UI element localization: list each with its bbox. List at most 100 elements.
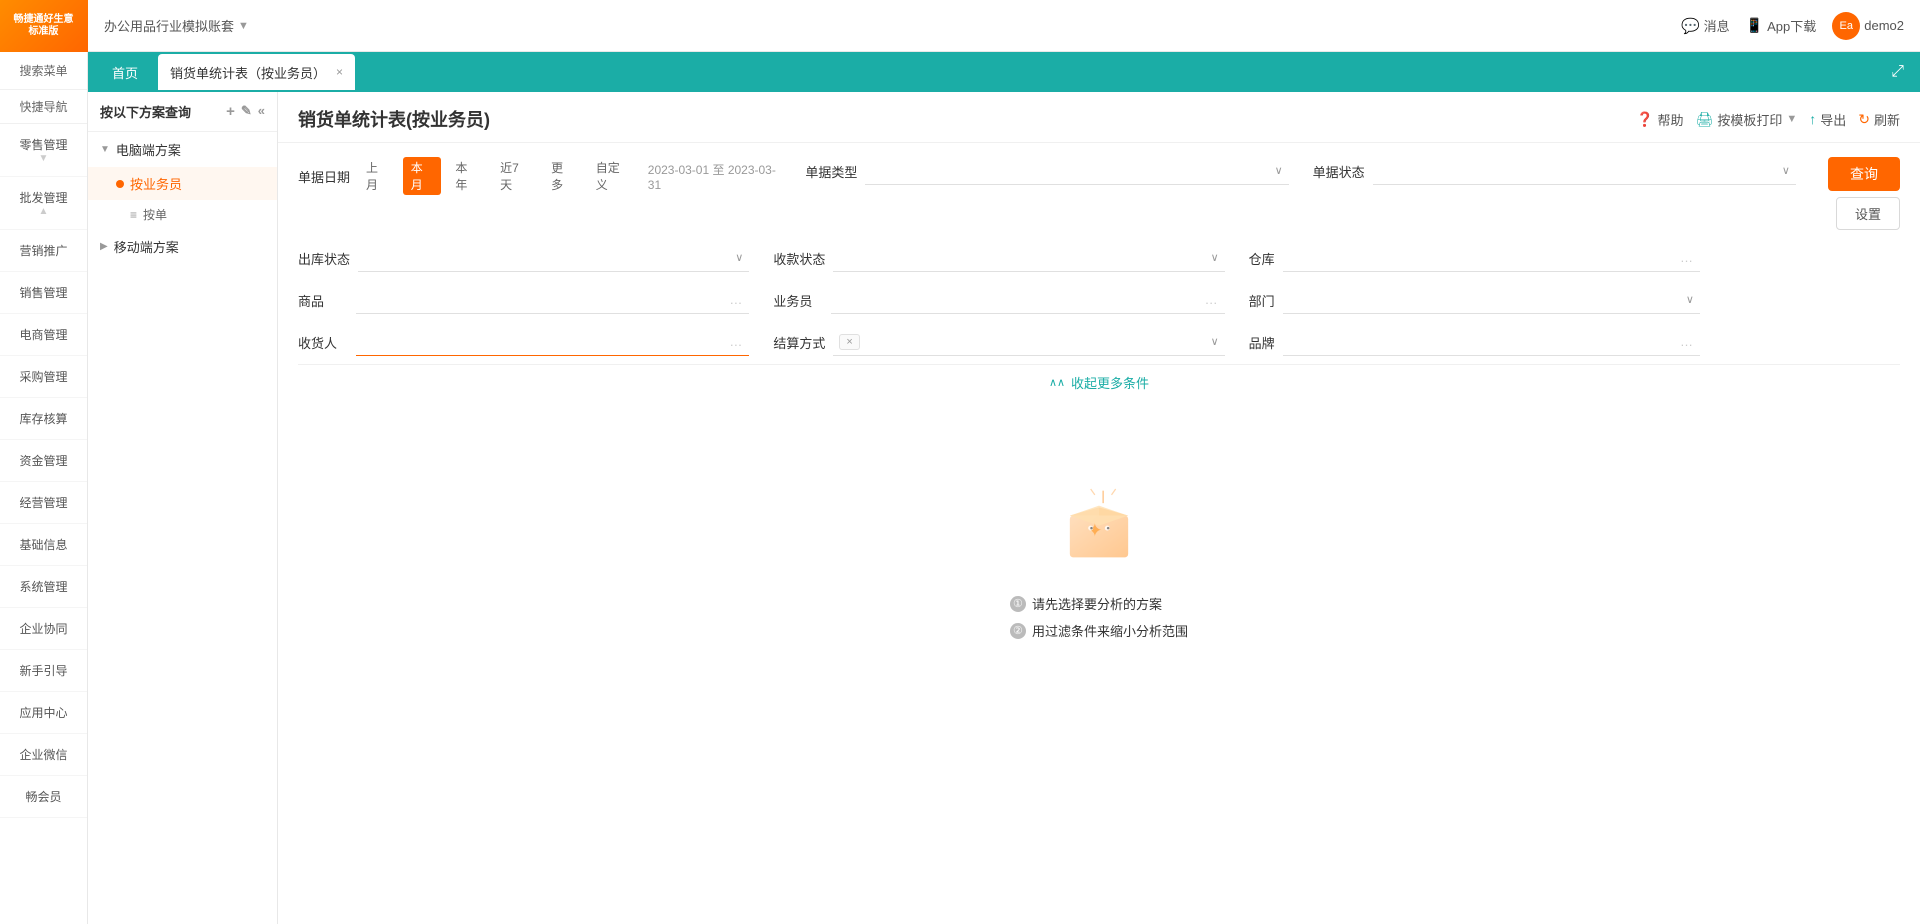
export-icon: ↑ xyxy=(1809,111,1816,127)
filter-area: 单据日期 上月 本月 本年 近7天 更多 自定义 2023-03-01 至 20… xyxy=(278,143,1920,414)
doc-status-select[interactable]: ∨ xyxy=(1373,157,1796,185)
receiver-dots: … xyxy=(729,334,743,349)
out-status-label: 出库状态 xyxy=(298,249,358,268)
sidebar-item-inventory[interactable]: 库存核算 xyxy=(0,398,87,440)
left-panel: 按以下方案查询 + ✎ « ▼ 电脑端方案 按业务员 ≡ 按单 xyxy=(88,92,278,924)
wholesale-arrow: ▲ xyxy=(4,206,83,217)
mobile-plan-title[interactable]: ▶ 移动端方案 xyxy=(88,229,277,264)
sidebar-item-sales[interactable]: 销售管理 xyxy=(0,272,87,314)
order-sub-label: 按单 xyxy=(143,206,167,223)
help-button[interactable]: ❓ 帮助 xyxy=(1636,110,1683,129)
date-tab-thisyear[interactable]: 本年 xyxy=(447,157,486,195)
sidebar-quick[interactable]: 快捷导航 xyxy=(0,90,87,124)
message-button[interactable]: 💬 消息 xyxy=(1681,16,1730,35)
header-left: 办公用品行业模拟账套 ▼ xyxy=(104,16,249,35)
query-button[interactable]: 查询 xyxy=(1828,157,1900,191)
empty-state: ✦ ① 请先选择要分析的方案 xyxy=(278,414,1920,700)
out-status-select[interactable]: ∨ xyxy=(358,244,749,272)
salesperson-select[interactable]: … xyxy=(831,286,1224,314)
empty-tip-1: ① 请先选择要分析的方案 xyxy=(1010,594,1162,613)
edit-plan-icon[interactable]: ✎ xyxy=(241,103,252,120)
date-tabs: 上月 本月 本年 近7天 更多 自定义 2023-03-01 至 2023-03… xyxy=(358,157,781,195)
collapse-panel-icon[interactable]: « xyxy=(258,103,265,120)
wholesale-label: 批发管理 xyxy=(4,189,83,206)
receiver-select[interactable]: … xyxy=(356,328,749,356)
doc-type-chevron: ∨ xyxy=(1275,164,1283,177)
message-label: 消息 xyxy=(1704,16,1730,35)
app-logo: 畅捷通好生意 标准版 xyxy=(0,0,88,52)
sidebar-item-retail[interactable]: 零售管理 ▼ xyxy=(0,124,87,177)
account-dropdown[interactable]: 办公用品行业模拟账套 ▼ xyxy=(104,16,249,35)
sidebar-item-finance[interactable]: 资金管理 xyxy=(0,440,87,482)
action-buttons: 查询 设置 xyxy=(1816,157,1900,230)
sidebar-item-marketing[interactable]: 营销推广 xyxy=(0,230,87,272)
doc-type-select[interactable]: ∨ xyxy=(865,157,1288,185)
settlement-label: 结算方式 xyxy=(773,333,833,352)
sidebar-item-purchase[interactable]: 采购管理 xyxy=(0,356,87,398)
empty-illustration: ✦ xyxy=(1049,474,1149,574)
date-tab-custom[interactable]: 自定义 xyxy=(588,157,638,195)
wechat-label: 企业微信 xyxy=(4,746,83,763)
date-tab-thismonth[interactable]: 本月 xyxy=(403,157,442,195)
date-tab-more[interactable]: 更多 xyxy=(543,157,582,195)
sidebar-item-operations[interactable]: 经营管理 xyxy=(0,482,87,524)
add-plan-icon[interactable]: + xyxy=(226,103,235,120)
export-button[interactable]: ↑ 导出 xyxy=(1809,110,1846,129)
sidebar-item-appcenter[interactable]: 应用中心 xyxy=(0,692,87,734)
sidebar-search[interactable]: 搜索菜单 xyxy=(0,52,87,90)
sidebar-item-system[interactable]: 系统管理 xyxy=(0,566,87,608)
app-download-label: App下载 xyxy=(1767,16,1816,35)
pc-plan-title[interactable]: ▼ 电脑端方案 xyxy=(88,132,277,167)
set-button[interactable]: 设置 xyxy=(1836,197,1900,230)
sidebar-item-enterprise[interactable]: 企业协同 xyxy=(0,608,87,650)
brand-select[interactable]: … xyxy=(1283,328,1700,356)
print-chevron: ▼ xyxy=(1786,113,1797,125)
warehouse-dots: … xyxy=(1680,250,1694,265)
search-label: 搜索菜单 xyxy=(0,62,87,79)
doc-status-label: 单据状态 xyxy=(1313,162,1373,181)
date-tab-lastmonth[interactable]: 上月 xyxy=(358,157,397,195)
header-right: 💬 消息 📱 App下载 Ea demo2 xyxy=(1681,12,1904,40)
sidebar-item-newuser[interactable]: 新手引导 xyxy=(0,650,87,692)
print-button[interactable]: 🖨 按模板打印 ▼ xyxy=(1696,110,1798,129)
salesperson-plan-label: 按业务员 xyxy=(130,174,182,193)
tab-home[interactable]: 首页 xyxy=(96,52,154,92)
tab-expand-button[interactable]: ⤢ xyxy=(1883,63,1912,81)
order-icon: ≡ xyxy=(130,208,137,222)
page-title: 销货单统计表(按业务员) xyxy=(298,106,490,132)
settlement-tag-x[interactable]: × xyxy=(846,336,852,348)
collapse-button[interactable]: ∧∧ 收起更多条件 xyxy=(298,364,1900,400)
warehouse-select[interactable]: … xyxy=(1283,244,1700,272)
operations-label: 经营管理 xyxy=(4,494,83,511)
enterprise-label: 企业协同 xyxy=(4,620,83,637)
tip-text-1: 请先选择要分析的方案 xyxy=(1032,594,1162,613)
sidebar-item-wholesale[interactable]: 批发管理 ▲ xyxy=(0,177,87,230)
tab-close-icon[interactable]: × xyxy=(336,65,343,79)
product-select[interactable]: … xyxy=(356,286,749,314)
empty-tip-2: ② 用过滤条件来缩小分析范围 xyxy=(1010,621,1188,640)
sidebar-item-basic[interactable]: 基础信息 xyxy=(0,524,87,566)
plan-sub-item-order[interactable]: ≡ 按单 xyxy=(88,200,277,229)
member-label: 畅会员 xyxy=(4,788,83,805)
print-label: 按模板打印 xyxy=(1717,110,1782,129)
department-select[interactable]: ∨ xyxy=(1283,286,1700,314)
plan-item-salesperson[interactable]: 按业务员 xyxy=(88,167,277,200)
pc-arrow: ▼ xyxy=(100,144,110,155)
settlement-select[interactable]: × ∨ xyxy=(833,328,1224,356)
user-menu[interactable]: Ea demo2 xyxy=(1832,12,1904,40)
sidebar-item-ecommerce[interactable]: 电商管理 xyxy=(0,314,87,356)
logo-text: 畅捷通好生意 xyxy=(14,14,74,26)
sidebar-item-wechat[interactable]: 企业微信 xyxy=(0,734,87,776)
app-download-button[interactable]: 📱 App下载 xyxy=(1746,16,1817,35)
help-icon: ❓ xyxy=(1636,111,1653,128)
sidebar-item-member[interactable]: 畅会员 xyxy=(0,776,87,818)
settlement-tag: × xyxy=(839,334,859,350)
payment-status-chevron: ∨ xyxy=(1211,251,1219,264)
date-tab-7days[interactable]: 近7天 xyxy=(492,157,537,195)
right-panel: 销货单统计表(按业务员) ❓ 帮助 🖨 按模板打印 ▼ ↑ 导出 xyxy=(278,92,1920,924)
payment-status-select[interactable]: ∨ xyxy=(833,244,1224,272)
tab-active[interactable]: 销货单统计表（按业务员） × xyxy=(158,54,355,90)
refresh-button[interactable]: ↻ 刷新 xyxy=(1858,110,1900,129)
message-icon: 💬 xyxy=(1681,17,1700,35)
ecommerce-label: 电商管理 xyxy=(4,326,83,343)
